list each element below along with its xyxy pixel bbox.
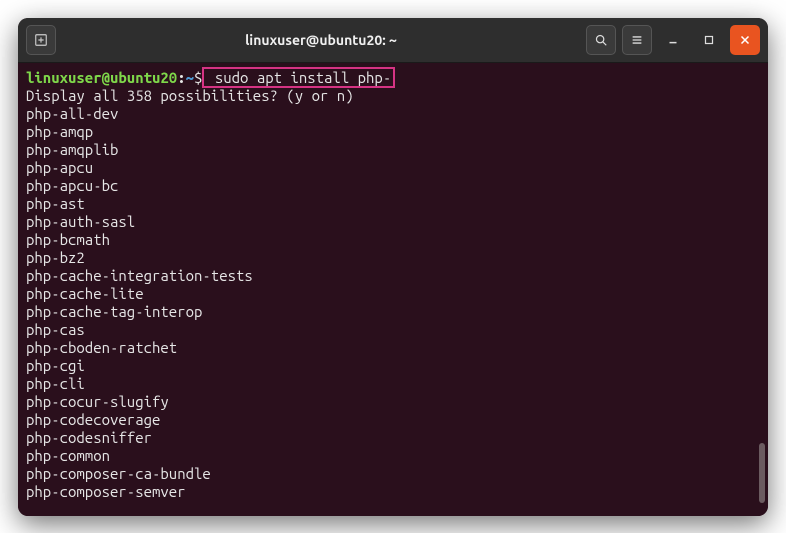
terminal-area[interactable]: linuxuser@ubuntu20:~$ sudo apt install p… [18,63,768,516]
package-item: php-codesniffer [26,429,760,447]
scrollbar[interactable] [757,63,767,516]
package-item: php-common [26,447,760,465]
prompt-userhost: linuxuser@ubuntu20 [26,69,177,86]
terminal-window: linuxuser@ubuntu20: ~ linuxuser@ubuntu20… [18,18,768,516]
search-icon [594,33,608,47]
search-button[interactable] [586,25,616,55]
package-item: php-cache-tag-interop [26,303,760,321]
package-item: php-composer-semver [26,483,760,501]
package-item: php-codecoverage [26,411,760,429]
scroll-thumb[interactable] [759,443,765,503]
minimize-button[interactable] [658,25,688,55]
prompt-path: ~ [186,69,194,86]
package-item: php-cli [26,375,760,393]
package-item: php-cache-lite [26,285,760,303]
minimize-icon [666,33,680,47]
package-item: php-bz2 [26,249,760,267]
package-item: php-cgi [26,357,760,375]
package-item: php-ast [26,195,760,213]
command-highlight: sudo apt install php- [202,67,395,88]
package-item: php-cache-integration-tests [26,267,760,285]
hamburger-icon [630,33,644,47]
package-item: php-apcu [26,159,760,177]
package-item: php-amqplib [26,141,760,159]
close-button[interactable] [730,25,760,55]
close-icon [738,33,752,47]
menu-button[interactable] [622,25,652,55]
package-item: php-composer-ca-bundle [26,465,760,483]
new-tab-button[interactable] [26,25,56,55]
display-possibilities: Display all 358 possibilities? (y or n) [26,87,760,105]
window-title: linuxuser@ubuntu20: ~ [245,32,397,48]
new-tab-icon [34,33,48,47]
package-item: php-apcu-bc [26,177,760,195]
package-item: php-cboden-ratchet [26,339,760,357]
package-item: php-cas [26,321,760,339]
package-item: php-amqp [26,123,760,141]
package-list: php-all-devphp-amqpphp-amqplibphp-apcuph… [26,105,760,501]
package-item: php-bcmath [26,231,760,249]
package-item: php-auth-sasl [26,213,760,231]
prompt-line: linuxuser@ubuntu20:~$ sudo apt install p… [26,69,760,87]
prompt-colon: : [177,69,185,86]
titlebar: linuxuser@ubuntu20: ~ [18,18,768,63]
maximize-button[interactable] [694,25,724,55]
package-item: php-all-dev [26,105,760,123]
package-item: php-cocur-slugify [26,393,760,411]
maximize-icon [702,33,716,47]
